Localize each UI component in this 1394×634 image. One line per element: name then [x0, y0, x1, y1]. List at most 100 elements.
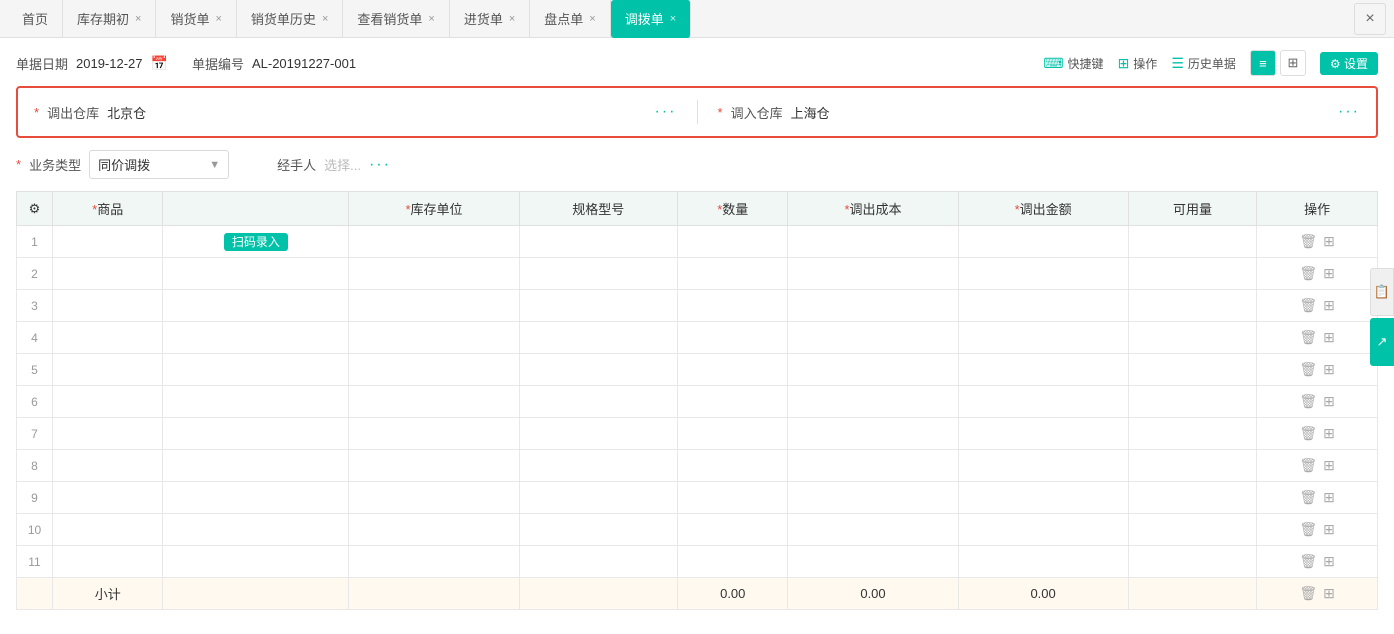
unit-cell[interactable]	[349, 450, 519, 482]
copy-row-button[interactable]: ⊞	[1323, 233, 1335, 250]
spec-cell[interactable]	[519, 482, 677, 514]
delete-row-button[interactable]: 🗑	[1299, 393, 1317, 410]
operations-button[interactable]: ⊞ 操作	[1118, 55, 1158, 72]
amount-cell[interactable]	[958, 514, 1128, 546]
product-cell[interactable]	[53, 546, 163, 578]
unit-cell[interactable]	[349, 482, 519, 514]
product-cell[interactable]	[53, 450, 163, 482]
tab-sales-history[interactable]: 销货单历史 ×	[237, 0, 343, 38]
copy-row-button[interactable]: ⊞	[1323, 521, 1335, 538]
product-cell[interactable]	[53, 514, 163, 546]
amount-cell[interactable]	[958, 482, 1128, 514]
tab-transfer[interactable]: 调拨单 ×	[611, 0, 691, 38]
unit-cell[interactable]	[349, 386, 519, 418]
cost-cell[interactable]	[788, 450, 958, 482]
handler-more-button[interactable]: ···	[369, 156, 391, 174]
product-cell[interactable]	[53, 258, 163, 290]
spec-cell[interactable]	[519, 546, 677, 578]
unit-cell[interactable]	[349, 226, 519, 258]
amount-cell[interactable]	[958, 226, 1128, 258]
product-cell[interactable]	[53, 354, 163, 386]
delete-row-button[interactable]: 🗑	[1299, 425, 1317, 442]
spec-cell[interactable]	[519, 450, 677, 482]
copy-subtotal-button[interactable]: ⊞	[1323, 585, 1335, 602]
tab-close-sales-history[interactable]: ×	[322, 13, 328, 25]
copy-row-button[interactable]: ⊞	[1323, 489, 1335, 506]
tab-close-sales-order[interactable]: ×	[215, 13, 221, 25]
copy-row-button[interactable]: ⊞	[1323, 297, 1335, 314]
spec-cell[interactable]	[519, 322, 677, 354]
delete-row-button[interactable]: 🗑	[1299, 457, 1317, 474]
amount-cell[interactable]	[958, 450, 1128, 482]
tab-sales-order[interactable]: 销货单 ×	[156, 0, 236, 38]
spec-cell[interactable]	[519, 418, 677, 450]
settings-button[interactable]: ⚙ 设置	[1320, 52, 1378, 75]
list-view-button[interactable]: ≡	[1250, 50, 1276, 76]
delete-row-button[interactable]: 🗑	[1299, 521, 1317, 538]
cost-cell[interactable]	[788, 546, 958, 578]
in-warehouse-more-button[interactable]: ···	[1338, 103, 1360, 121]
qty-cell[interactable]	[678, 290, 788, 322]
qty-cell[interactable]	[678, 322, 788, 354]
cost-cell[interactable]	[788, 258, 958, 290]
delete-row-button[interactable]: 🗑	[1299, 489, 1317, 506]
unit-cell[interactable]	[349, 258, 519, 290]
amount-cell[interactable]	[958, 418, 1128, 450]
qty-cell[interactable]	[678, 226, 788, 258]
tab-close-stock-init[interactable]: ×	[135, 13, 141, 25]
delete-row-button[interactable]: 🗑	[1299, 233, 1317, 250]
unit-cell[interactable]	[349, 418, 519, 450]
calendar-icon[interactable]: 📅	[151, 55, 168, 72]
amount-cell[interactable]	[958, 546, 1128, 578]
cost-cell[interactable]	[788, 322, 958, 354]
scan-button[interactable]: 扫码录入	[224, 233, 288, 251]
copy-row-button[interactable]: ⊞	[1323, 393, 1335, 410]
product-cell[interactable]	[53, 386, 163, 418]
shortcuts-button[interactable]: ⌨ 快捷键	[1043, 55, 1103, 72]
sidebar-notes-button[interactable]: 📋	[1370, 268, 1394, 316]
copy-row-button[interactable]: ⊞	[1323, 329, 1335, 346]
tab-close-inventory[interactable]: ×	[589, 13, 595, 25]
out-warehouse-value[interactable]: 北京仓	[107, 103, 146, 122]
copy-row-button[interactable]: ⊞	[1323, 457, 1335, 474]
tab-home[interactable]: 首页	[8, 0, 63, 38]
amount-cell[interactable]	[958, 354, 1128, 386]
qty-cell[interactable]	[678, 386, 788, 418]
col-gear-header[interactable]: ⚙	[17, 192, 53, 226]
tab-stock-init[interactable]: 库存期初 ×	[63, 0, 156, 38]
unit-cell[interactable]	[349, 322, 519, 354]
amount-cell[interactable]	[958, 322, 1128, 354]
in-warehouse-value[interactable]: 上海仓	[791, 103, 830, 122]
copy-row-button[interactable]: ⊞	[1323, 425, 1335, 442]
unit-cell[interactable]	[349, 514, 519, 546]
amount-cell[interactable]	[958, 386, 1128, 418]
spec-cell[interactable]	[519, 290, 677, 322]
spec-cell[interactable]	[519, 354, 677, 386]
qty-cell[interactable]	[678, 354, 788, 386]
sidebar-expand-button[interactable]: ↗	[1370, 318, 1394, 366]
qty-cell[interactable]	[678, 546, 788, 578]
delete-subtotal-button[interactable]: 🗑	[1299, 585, 1317, 602]
unit-cell[interactable]	[349, 546, 519, 578]
product-cell[interactable]	[53, 290, 163, 322]
spec-cell[interactable]	[519, 258, 677, 290]
delete-row-button[interactable]: 🗑	[1299, 329, 1317, 346]
qty-cell[interactable]	[678, 418, 788, 450]
spec-cell[interactable]	[519, 226, 677, 258]
product-cell[interactable]	[53, 418, 163, 450]
out-warehouse-more-button[interactable]: ···	[655, 103, 677, 121]
product-cell[interactable]	[53, 226, 163, 258]
cost-cell[interactable]	[788, 418, 958, 450]
delete-row-button[interactable]: 🗑	[1299, 297, 1317, 314]
product-cell[interactable]	[53, 482, 163, 514]
spec-cell[interactable]	[519, 514, 677, 546]
cost-cell[interactable]	[788, 514, 958, 546]
qty-cell[interactable]	[678, 258, 788, 290]
copy-row-button[interactable]: ⊞	[1323, 553, 1335, 570]
amount-cell[interactable]	[958, 258, 1128, 290]
copy-row-button[interactable]: ⊞	[1323, 361, 1335, 378]
cost-cell[interactable]	[788, 290, 958, 322]
tab-view-sales[interactable]: 查看销货单 ×	[343, 0, 449, 38]
cost-cell[interactable]	[788, 386, 958, 418]
tab-inventory[interactable]: 盘点单 ×	[530, 0, 610, 38]
